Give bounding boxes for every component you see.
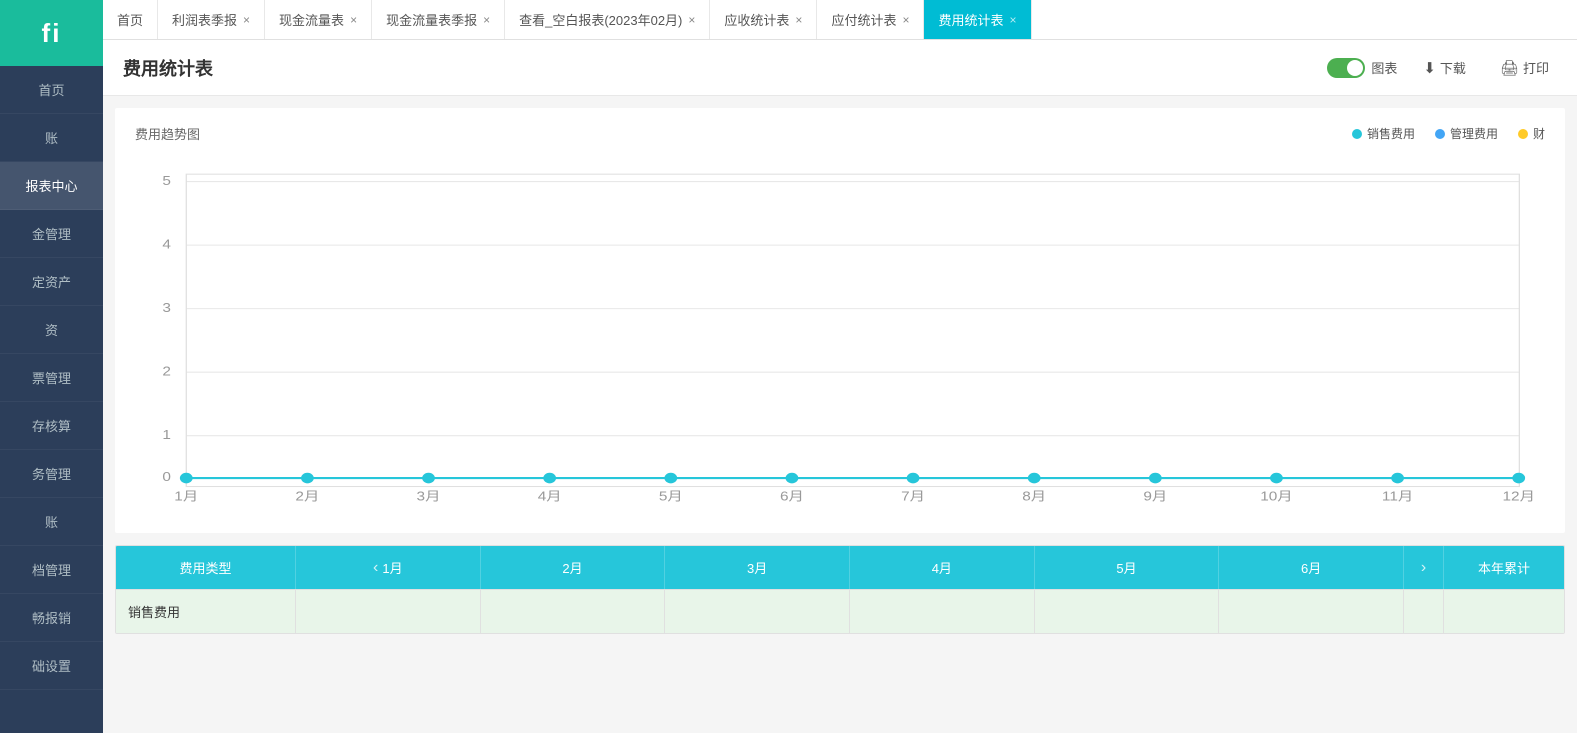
- download-button[interactable]: ⬇ 下载: [1415, 54, 1474, 81]
- print-icon: 🖨: [1500, 59, 1519, 77]
- cell-nav: [1404, 590, 1444, 633]
- col-header-4: 4月: [850, 546, 1035, 589]
- table-row-sales-expense: 销售费用: [116, 589, 1564, 633]
- toggle-track[interactable]: [1327, 58, 1365, 78]
- sidebar-item-inventory[interactable]: 存核算: [0, 402, 103, 450]
- legend-label-sales: 销售费用: [1367, 125, 1415, 142]
- next-col-arrow[interactable]: ›: [1421, 559, 1426, 577]
- tab-receivable[interactable]: 应收统计表 ×: [710, 0, 817, 40]
- legend-label-finance: 财: [1533, 125, 1545, 142]
- content-area: 费用统计表 图表 ⬇ 下载 🖨 打印: [103, 40, 1577, 733]
- svg-text:1月: 1月: [174, 489, 198, 503]
- tab-cashflow[interactable]: 现金流量表 ×: [265, 0, 372, 40]
- toggle-label: 图表: [1371, 58, 1397, 77]
- svg-text:2月: 2月: [295, 489, 319, 503]
- table-header: 费用类型 ‹ 1月 2月 3月 4月 5月: [116, 546, 1564, 589]
- col-header-ytd: 本年累计: [1444, 546, 1564, 589]
- cell-4: [850, 590, 1035, 633]
- sidebar-item-fund-mgmt[interactable]: 金管理: [0, 210, 103, 258]
- sidebar-item-cancel[interactable]: 畅报销: [0, 594, 103, 642]
- col-header-type: 费用类型: [116, 546, 296, 589]
- svg-text:6月: 6月: [780, 489, 804, 503]
- legend-mgmt-expense: 管理费用: [1435, 125, 1498, 142]
- cell-6: [1219, 590, 1404, 633]
- sidebar-item-ledger[interactable]: 账: [0, 498, 103, 546]
- svg-text:3月: 3月: [417, 489, 441, 503]
- svg-text:5: 5: [162, 173, 171, 187]
- close-tab-receivable[interactable]: ×: [795, 13, 802, 27]
- tab-blank-report[interactable]: 查看_空白报表(2023年02月) ×: [505, 0, 710, 40]
- cell-type: 销售费用: [116, 590, 296, 633]
- col-header-prev[interactable]: ‹ 1月: [296, 546, 481, 589]
- col-header-2: 2月: [481, 546, 666, 589]
- col-header-6: 6月: [1219, 546, 1404, 589]
- svg-text:4: 4: [162, 237, 171, 251]
- prev-col-arrow[interactable]: ‹: [373, 559, 378, 577]
- svg-text:2: 2: [162, 364, 171, 378]
- sidebar-logo: fi: [0, 0, 103, 66]
- page-title: 费用统计表: [123, 55, 213, 81]
- tab-profit-quarterly[interactable]: 利润表季报 ×: [158, 0, 265, 40]
- close-tab-expense-stats[interactable]: ×: [1009, 13, 1016, 27]
- sidebar-item-home[interactable]: 首页: [0, 66, 103, 114]
- legend-dot-finance: [1518, 129, 1528, 139]
- tab-bar: 首页 利润表季报 × 现金流量表 × 现金流量表季报 × 查看_空白报表(202…: [103, 0, 1577, 40]
- sidebar-item-account[interactable]: 账: [0, 114, 103, 162]
- legend-sales-expense: 销售费用: [1352, 125, 1415, 142]
- header-actions: 图表 ⬇ 下载 🖨 打印: [1327, 54, 1557, 81]
- chart-toggle[interactable]: 图表: [1327, 58, 1397, 78]
- print-button[interactable]: 🖨 打印: [1492, 54, 1557, 81]
- close-tab-payable[interactable]: ×: [902, 13, 909, 27]
- page-header: 费用统计表 图表 ⬇ 下载 🖨 打印: [103, 40, 1577, 96]
- chart-area: 5 4 3 2 1 0: [135, 153, 1545, 513]
- chart-legend: 销售费用 管理费用 财: [1352, 125, 1545, 142]
- svg-text:10月: 10月: [1260, 489, 1292, 503]
- tab-payable[interactable]: 应付统计表 ×: [817, 0, 924, 40]
- svg-text:4月: 4月: [538, 489, 562, 503]
- svg-text:12月: 12月: [1502, 489, 1534, 503]
- svg-text:9月: 9月: [1143, 489, 1167, 503]
- sidebar-item-report-center[interactable]: 报表中心: [0, 162, 103, 210]
- cell-3: [665, 590, 850, 633]
- sidebar-item-fixed-assets[interactable]: 定资产: [0, 258, 103, 306]
- sidebar-item-invoice-mgmt[interactable]: 票管理: [0, 354, 103, 402]
- close-tab-profit-quarterly[interactable]: ×: [243, 13, 250, 27]
- col-header-next[interactable]: ›: [1404, 546, 1444, 589]
- legend-label-mgmt: 管理费用: [1450, 125, 1498, 142]
- sidebar-item-file-mgmt[interactable]: 档管理: [0, 546, 103, 594]
- sidebar-item-base-settings[interactable]: 础设置: [0, 642, 103, 690]
- svg-text:11月: 11月: [1382, 489, 1413, 503]
- table-section: 费用类型 ‹ 1月 2月 3月 4月 5月: [115, 545, 1565, 634]
- chart-svg: 5 4 3 2 1 0: [135, 153, 1545, 513]
- toggle-knob: [1347, 60, 1363, 76]
- cell-2: [481, 590, 666, 633]
- col-header-5: 5月: [1035, 546, 1220, 589]
- svg-text:5月: 5月: [659, 489, 683, 503]
- sidebar-item-service-mgmt[interactable]: 务管理: [0, 450, 103, 498]
- legend-dot-mgmt: [1435, 129, 1445, 139]
- svg-text:0: 0: [162, 470, 171, 484]
- close-tab-cashflow-quarterly[interactable]: ×: [483, 13, 490, 27]
- close-tab-blank-report[interactable]: ×: [688, 13, 695, 27]
- svg-text:1: 1: [162, 427, 171, 441]
- close-tab-cashflow[interactable]: ×: [350, 13, 357, 27]
- cell-1: [296, 590, 481, 633]
- legend-finance-expense: 财: [1518, 125, 1545, 142]
- chart-section: 费用趋势图 销售费用 管理费用 财: [115, 108, 1565, 533]
- sidebar: fi 首页 账 报表中心 金管理 定资产 资 票管理 存核算 务管理 账 档管理…: [0, 0, 103, 733]
- svg-text:8月: 8月: [1022, 489, 1046, 503]
- tab-expense-stats[interactable]: 费用统计表 ×: [924, 0, 1031, 40]
- main-area: 首页 利润表季报 × 现金流量表 × 现金流量表季报 × 查看_空白报表(202…: [103, 0, 1577, 733]
- svg-text:3: 3: [162, 300, 171, 314]
- cell-5: [1035, 590, 1220, 633]
- download-icon: ⬇: [1423, 59, 1436, 77]
- cell-ytd: [1444, 590, 1564, 633]
- tab-cashflow-quarterly[interactable]: 现金流量表季报 ×: [372, 0, 505, 40]
- legend-dot-sales: [1352, 129, 1362, 139]
- svg-text:7月: 7月: [901, 489, 925, 503]
- col-header-3: 3月: [665, 546, 850, 589]
- sidebar-item-capital[interactable]: 资: [0, 306, 103, 354]
- tab-home[interactable]: 首页: [103, 0, 158, 40]
- chart-title: 费用趋势图: [135, 124, 200, 143]
